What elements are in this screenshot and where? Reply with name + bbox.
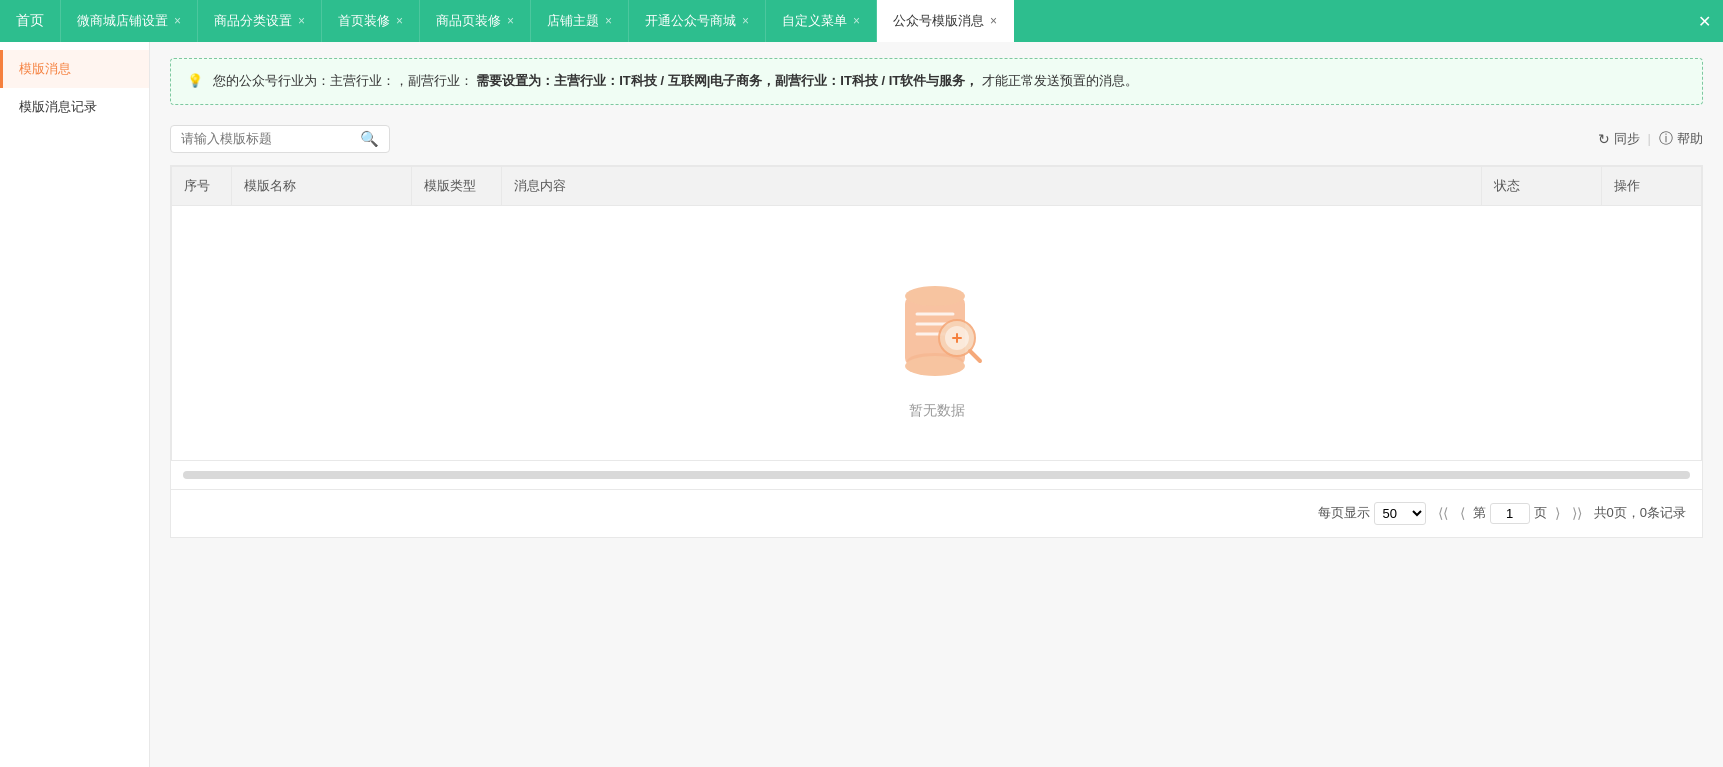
notice-box: 💡 您的公众号行业为：主营行业：，副营行业： 需要设置为：主营行业：IT科技 /…: [170, 58, 1703, 105]
tab-open-mall[interactable]: 开通公众号商城 ×: [629, 0, 766, 42]
sync-icon: ↻: [1598, 131, 1610, 147]
close-tab-custom-menu[interactable]: ×: [853, 14, 860, 28]
empty-state: 暂无数据: [172, 206, 1701, 460]
per-page-select: 每页显示 50 10 20 100: [1318, 502, 1426, 525]
tab-product-decor[interactable]: 商品页装修 ×: [420, 0, 531, 42]
tab-custom-menu[interactable]: 自定义菜单 ×: [766, 0, 877, 42]
close-tab-home-decor[interactable]: ×: [396, 14, 403, 28]
tab-home-decor[interactable]: 首页装修 ×: [322, 0, 420, 42]
table-scrollbar[interactable]: [183, 471, 1690, 479]
tab-shop-theme[interactable]: 店铺主题 ×: [531, 0, 629, 42]
first-page-button[interactable]: ⟨⟨: [1434, 503, 1452, 523]
page-input[interactable]: [1490, 503, 1530, 524]
sidebar-item-template-record[interactable]: 模版消息记录: [0, 88, 149, 126]
search-icon[interactable]: 🔍: [360, 130, 379, 148]
main-content: 💡 您的公众号行业为：主营行业：，副营行业： 需要设置为：主营行业：IT科技 /…: [150, 42, 1723, 767]
empty-illustration: [877, 266, 997, 386]
col-content: 消息内容: [502, 166, 1482, 205]
last-page-button[interactable]: ⟩⟩: [1568, 503, 1586, 523]
total-info: 共0页，0条记录: [1594, 504, 1686, 522]
tab-home[interactable]: 首页: [0, 0, 61, 42]
close-tab-open-mall[interactable]: ×: [742, 14, 749, 28]
empty-state-row: 暂无数据: [172, 205, 1702, 460]
tab-shop-setting[interactable]: 微商城店铺设置 ×: [61, 0, 198, 42]
tab-category-setting[interactable]: 商品分类设置 ×: [198, 0, 322, 42]
table-header-row: 序号 模版名称 模版类型 消息内容 状态 操作: [172, 166, 1702, 205]
search-bar: 🔍 ↻ 同步 | ⓘ 帮助: [170, 125, 1703, 153]
empty-text: 暂无数据: [909, 402, 965, 420]
help-button[interactable]: ⓘ 帮助: [1659, 130, 1703, 148]
next-page-button[interactable]: ⟩: [1551, 503, 1564, 523]
close-tab-category[interactable]: ×: [298, 14, 305, 28]
toolbar-right: ↻ 同步 | ⓘ 帮助: [1598, 130, 1703, 148]
help-icon: ⓘ: [1659, 130, 1673, 148]
close-tab-template-msg[interactable]: ×: [990, 14, 997, 28]
sync-button[interactable]: ↻ 同步: [1598, 130, 1640, 148]
col-name: 模版名称: [232, 166, 412, 205]
main-layout: 模版消息 模版消息记录 💡 您的公众号行业为：主营行业：，副营行业： 需要设置为…: [0, 42, 1723, 767]
close-tab-product-decor[interactable]: ×: [507, 14, 514, 28]
data-table: 序号 模版名称 模版类型 消息内容 状态 操作: [171, 166, 1702, 461]
tab-template-msg[interactable]: 公众号模版消息 ×: [877, 0, 1014, 42]
close-tab-shop-theme[interactable]: ×: [605, 14, 612, 28]
col-type: 模版类型: [412, 166, 502, 205]
svg-line-9: [970, 351, 980, 361]
svg-point-3: [905, 356, 965, 376]
data-table-container: 序号 模版名称 模版类型 消息内容 状态 操作: [170, 165, 1703, 538]
search-input[interactable]: [181, 131, 360, 146]
close-tab-shop-setting[interactable]: ×: [174, 14, 181, 28]
col-status: 状态: [1482, 166, 1602, 205]
pagination: 每页显示 50 10 20 100 ⟨⟨ ⟨ 第 页 ⟩ ⟩⟩: [171, 489, 1702, 537]
sidebar-item-template[interactable]: 模版消息: [0, 50, 149, 88]
top-navigation: 首页 微商城店铺设置 × 商品分类设置 × 首页装修 × 商品页装修 × 店铺主…: [0, 0, 1723, 42]
per-page-dropdown[interactable]: 50 10 20 100: [1374, 502, 1426, 525]
prev-page-button[interactable]: ⟨: [1456, 503, 1469, 523]
notice-icon: 💡: [187, 73, 203, 88]
col-index: 序号: [172, 166, 232, 205]
search-input-wrap: 🔍: [170, 125, 390, 153]
page-navigation: ⟨⟨ ⟨ 第 页 ⟩ ⟩⟩: [1434, 503, 1586, 524]
toolbar-divider: |: [1648, 131, 1651, 146]
col-action: 操作: [1602, 166, 1702, 205]
table-scrollbar-wrap: [171, 461, 1702, 489]
close-all-tabs-icon[interactable]: ✕: [1698, 12, 1711, 31]
sidebar: 模版消息 模版消息记录: [0, 42, 150, 767]
svg-point-2: [905, 286, 965, 306]
